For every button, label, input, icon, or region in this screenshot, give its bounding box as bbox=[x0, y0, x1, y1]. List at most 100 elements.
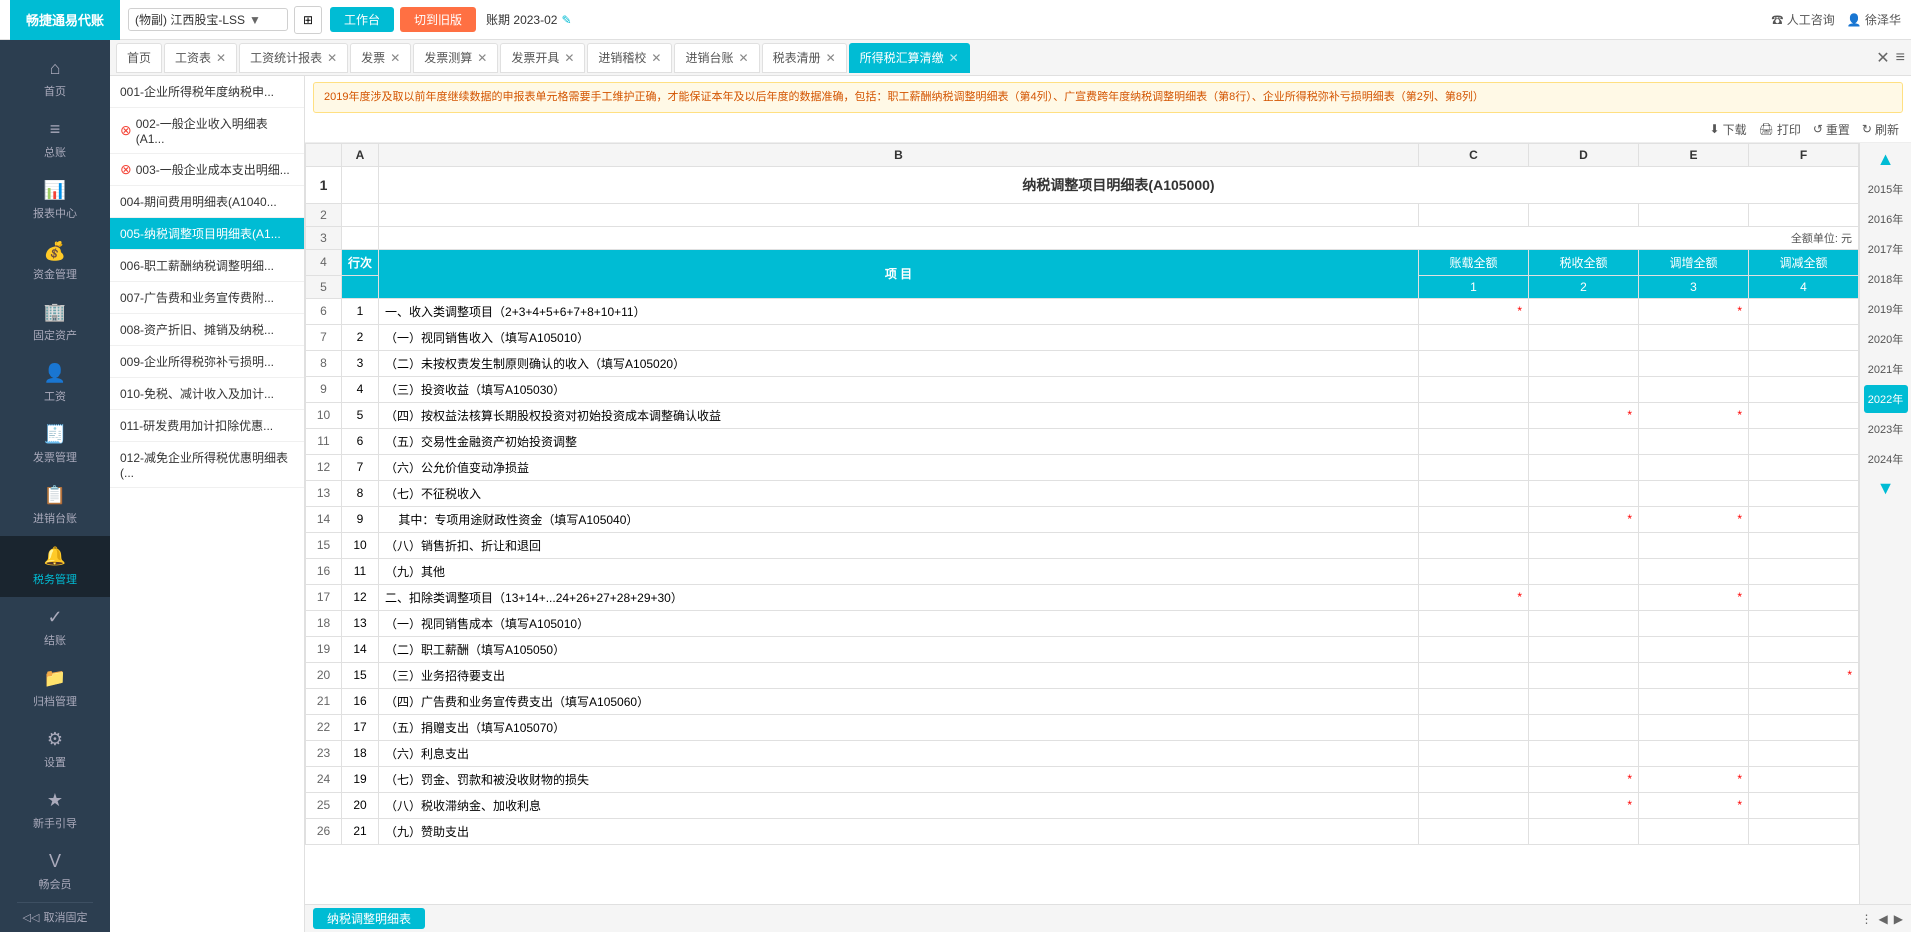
sidebar-item-invoice-mgmt[interactable]: 🧾 发票管理 bbox=[0, 414, 110, 475]
download-button[interactable]: ⬇ 下载 bbox=[1710, 121, 1747, 138]
left-panel-item-011[interactable]: 011-研发费用加计扣除优惠... bbox=[110, 410, 304, 442]
right-panel: 2019年度涉及取以前年度继续数据的申报表单元格需要手工维护正确，才能保证本年及… bbox=[305, 76, 1911, 932]
tab-invoice-calc-close[interactable]: ✕ bbox=[477, 51, 487, 65]
print-button[interactable]: 🖨 打印 bbox=[1759, 121, 1801, 138]
row-num-5: 5 bbox=[306, 275, 342, 298]
col2-header: 税收全额 bbox=[1529, 249, 1639, 275]
table-row-2: 2 bbox=[306, 203, 1859, 226]
left-panel-item-012[interactable]: 012-减免企业所得税优惠明细表(... bbox=[110, 442, 304, 488]
left-panel-item-007[interactable]: 007-广告费和业务宣传费附... bbox=[110, 282, 304, 314]
year-item-2022[interactable]: 2022年 bbox=[1864, 385, 1908, 413]
year-item-2020[interactable]: 2020年 bbox=[1864, 325, 1908, 353]
left-panel-item-005[interactable]: 005-纳税调整项目明细表(A1... bbox=[110, 218, 304, 250]
toolbar: ⬇ 下载 🖨 打印 ↺ 重置 ↻ 刷新 bbox=[305, 117, 1911, 143]
table-row: 10 5 （四）按权益法核算长期股权投资对初始投资成本调整确认收益 * * bbox=[306, 402, 1859, 428]
tab-payroll[interactable]: 工资表 ✕ bbox=[164, 43, 237, 73]
tab-invoice[interactable]: 发票 ✕ bbox=[350, 43, 411, 73]
spreadsheet-table: A B C D E F bbox=[305, 143, 1859, 845]
user-avatar[interactable]: 👤 徐泽华 bbox=[1847, 11, 1901, 28]
left-panel-item-001[interactable]: 001-企业所得税年度纳税申... bbox=[110, 76, 304, 108]
sidebar-item-payroll[interactable]: 👤 工资 bbox=[0, 353, 110, 414]
customer-service-btn[interactable]: ☎ 人工咨询 bbox=[1771, 11, 1834, 28]
star-icon: ★ bbox=[47, 790, 63, 811]
left-panel-item-008[interactable]: 008-资产折旧、摊销及纳税... bbox=[110, 314, 304, 346]
refresh-button[interactable]: ↻ 刷新 bbox=[1862, 121, 1899, 138]
home-icon: ⌂ bbox=[50, 58, 61, 79]
spreadsheet-container: A B C D E F bbox=[305, 143, 1859, 905]
tab-payroll-close[interactable]: ✕ bbox=[216, 51, 226, 65]
bottom-scroll-right[interactable]: ▶ bbox=[1894, 912, 1903, 926]
company-selector[interactable]: (物副) 江西股宝-LSS ▼ bbox=[128, 8, 288, 31]
sidebar-item-home[interactable]: ⌂ 首页 bbox=[0, 48, 110, 109]
year-panel: ▲ 2015年 2016年 2017年 2018年 2019年 2020年 20… bbox=[1859, 143, 1911, 905]
tab-bar-more-btn[interactable]: ≡ bbox=[1896, 49, 1905, 67]
tab-income-tax[interactable]: 所得税汇算清缴 ✕ bbox=[849, 43, 970, 73]
left-panel: 001-企业所得税年度纳税申... ⊗ 002-一般企业收入明细表(A1... … bbox=[110, 76, 305, 932]
tab-tax-clear[interactable]: 税表清册 ✕ bbox=[762, 43, 847, 73]
year-item-2023[interactable]: 2023年 bbox=[1864, 415, 1908, 443]
left-panel-item-002[interactable]: ⊗ 002-一般企业收入明细表(A1... bbox=[110, 108, 304, 154]
tab-input-tax-close[interactable]: ✕ bbox=[651, 51, 661, 65]
year-item-2024[interactable]: 2024年 bbox=[1864, 445, 1908, 473]
sidebar-item-input-mgmt[interactable]: 📋 进销台账 bbox=[0, 475, 110, 536]
year-item-2017[interactable]: 2017年 bbox=[1864, 235, 1908, 263]
table-row: 6 1 一、收入类调整项目（2+3+4+5+6+7+8+10+11） * * bbox=[306, 298, 1859, 324]
sidebar-item-vip[interactable]: V 畅会员 bbox=[0, 841, 110, 902]
tab-income-tax-close[interactable]: ✕ bbox=[949, 51, 959, 65]
year-nav-down[interactable]: ▼ bbox=[1873, 474, 1899, 503]
logo: 畅捷通易代账 bbox=[10, 0, 120, 40]
tab-tax-clear-close[interactable]: ✕ bbox=[826, 51, 836, 65]
table-row: 18 13 （一）视同销售成本（填写A105010） bbox=[306, 610, 1859, 636]
period-edit-icon[interactable]: ✎ bbox=[561, 13, 571, 27]
left-panel-item-006[interactable]: 006-职工薪酬纳税调整明细... bbox=[110, 250, 304, 282]
tab-invoice-open-close[interactable]: ✕ bbox=[564, 51, 574, 65]
table-row: 16 11 （九）其他 bbox=[306, 558, 1859, 584]
sidebar-item-tax-mgmt[interactable]: 🔔 税务管理 bbox=[0, 536, 110, 597]
bottom-scroll-left[interactable]: ◀ bbox=[1879, 912, 1888, 926]
sidebar-item-archive[interactable]: 📁 归档管理 bbox=[0, 658, 110, 719]
left-panel-item-004[interactable]: 004-期间费用明细表(A1040... bbox=[110, 186, 304, 218]
tab-payroll-report-close[interactable]: ✕ bbox=[327, 51, 337, 65]
bottom-right: ⋮ ◀ ▶ bbox=[1861, 912, 1903, 926]
tab-input-tax[interactable]: 进销稽校 ✕ bbox=[587, 43, 672, 73]
vip-icon: V bbox=[49, 851, 61, 872]
bottom-tab-item[interactable]: 纳税调整明细表 bbox=[313, 908, 425, 929]
year-item-2016[interactable]: 2016年 bbox=[1864, 205, 1908, 233]
sidebar-item-settlement[interactable]: ✓ 结账 bbox=[0, 597, 110, 658]
row-num-2: 2 bbox=[306, 203, 342, 226]
unfix-button[interactable]: ◁◁ 取消固定 bbox=[17, 902, 94, 931]
tab-payroll-report[interactable]: 工资统计报表 ✕ bbox=[239, 43, 348, 73]
top-right-area: ☎ 人工咨询 👤 徐泽华 bbox=[1771, 11, 1901, 28]
year-item-2019[interactable]: 2019年 bbox=[1864, 295, 1908, 323]
sidebar-item-general-ledger[interactable]: ≡ 总账 bbox=[0, 109, 110, 170]
table-row: 23 18 （六）利息支出 bbox=[306, 740, 1859, 766]
left-panel-item-010[interactable]: 010-免税、减计收入及加计... bbox=[110, 378, 304, 410]
sidebar-item-settings[interactable]: ⚙ 设置 bbox=[0, 719, 110, 780]
sidebar-item-report-center[interactable]: 📊 报表中心 bbox=[0, 170, 110, 231]
sidebar-item-asset-mgmt[interactable]: 💰 资金管理 bbox=[0, 231, 110, 292]
year-item-2018[interactable]: 2018年 bbox=[1864, 265, 1908, 293]
bottom-more-icon[interactable]: ⋮ bbox=[1861, 912, 1873, 926]
table-row: 22 17 （五）捐赠支出（填写A105070） bbox=[306, 714, 1859, 740]
invoice-icon: 🧾 bbox=[44, 424, 66, 445]
tab-invoice-open[interactable]: 发票开具 ✕ bbox=[500, 43, 585, 73]
reset-button[interactable]: ↺ 重置 bbox=[1813, 121, 1850, 138]
tab-home[interactable]: 首页 bbox=[116, 43, 162, 73]
sidebar-item-fixed-assets[interactable]: 🏢 固定资产 bbox=[0, 292, 110, 353]
tab-invoice-calc[interactable]: 发票测算 ✕ bbox=[413, 43, 498, 73]
copy-icon[interactable]: ⊞ bbox=[294, 6, 322, 34]
workbench-button[interactable]: 工作台 bbox=[330, 7, 394, 32]
year-item-2015[interactable]: 2015年 bbox=[1864, 175, 1908, 203]
tab-input-ledger[interactable]: 进销台账 ✕ bbox=[674, 43, 759, 73]
tab-input-ledger-close[interactable]: ✕ bbox=[739, 51, 749, 65]
tab-invoice-close[interactable]: ✕ bbox=[390, 51, 400, 65]
table-row: 13 8 （七）不征税收入 bbox=[306, 480, 1859, 506]
left-panel-item-009[interactable]: 009-企业所得税弥补亏损明... bbox=[110, 346, 304, 378]
sidebar-item-new-guide[interactable]: ★ 新手引导 bbox=[0, 780, 110, 841]
old-version-button[interactable]: 切到旧版 bbox=[400, 7, 476, 32]
row-num-4: 4 bbox=[306, 249, 342, 275]
tab-bar-close-btn[interactable]: ✕ bbox=[1876, 48, 1889, 68]
year-item-2021[interactable]: 2021年 bbox=[1864, 355, 1908, 383]
year-nav-up[interactable]: ▲ bbox=[1873, 145, 1899, 174]
left-panel-item-003[interactable]: ⊗ 003-一般企业成本支出明细... bbox=[110, 154, 304, 186]
